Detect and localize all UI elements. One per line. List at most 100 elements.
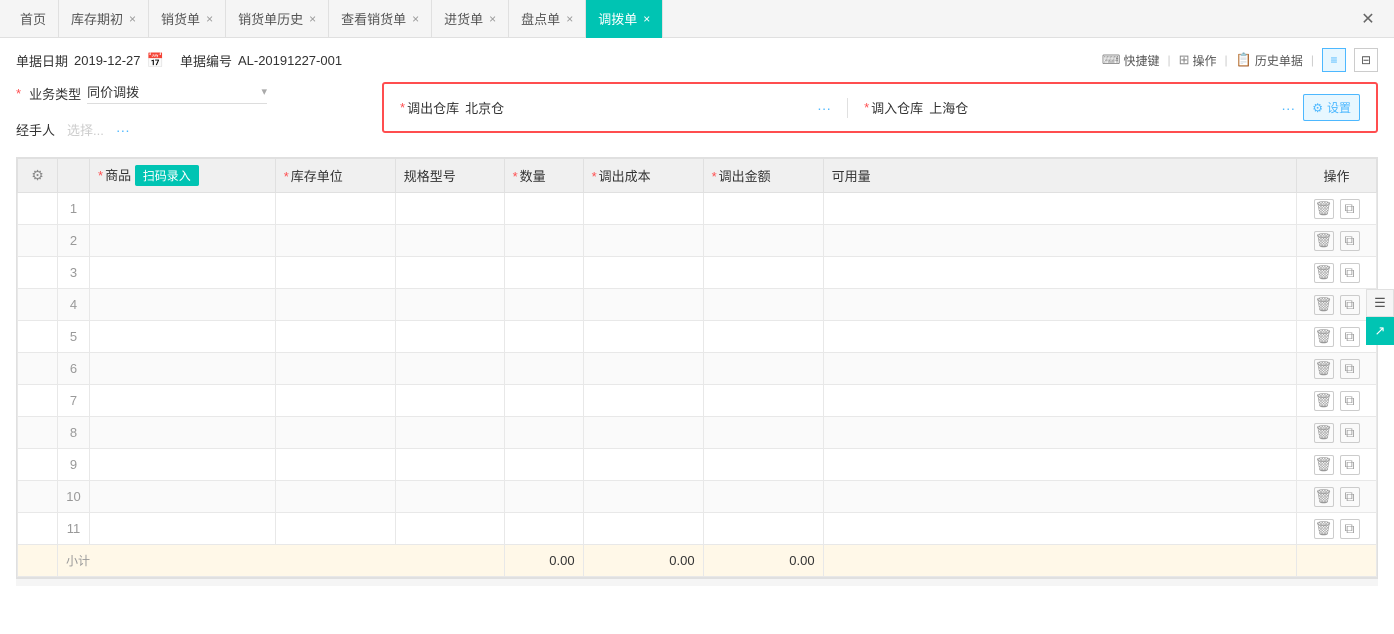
delete-icon-2[interactable]: 🗑 (1314, 231, 1334, 251)
tab-view-sales[interactable]: 查看销货单 × (329, 0, 432, 38)
handler-placeholder[interactable]: 选择... (67, 120, 104, 139)
gear-icon[interactable]: ⚙ (31, 167, 44, 183)
copy-icon-6[interactable]: ⧉ (1340, 359, 1360, 379)
tab-sales-history-close[interactable]: × (309, 13, 316, 25)
td-spec-2[interactable] (395, 225, 504, 257)
subtotal-label: 小计 (58, 545, 505, 577)
tab-home[interactable]: 首页 (8, 0, 59, 38)
copy-icon-9[interactable]: ⧉ (1340, 455, 1360, 475)
delete-icon-3[interactable]: 🗑 (1314, 263, 1334, 283)
business-type-label: 业务类型 (29, 84, 81, 103)
tab-sales-order-label: 销货单 (161, 9, 200, 28)
delete-icon-11[interactable]: 🗑 (1314, 519, 1334, 539)
main-table: ⚙ *商品 扫码录入 *库存单位 规格型号 *数量 *调出成本 (17, 158, 1377, 577)
table-row: 8 🗑⧉ (18, 417, 1377, 449)
tab-purchase-order-close[interactable]: × (489, 13, 496, 25)
warehouse-out-more[interactable]: ··· (817, 100, 831, 116)
number-label: 单据编号 (180, 51, 232, 70)
history-icon: 📋 (1236, 52, 1252, 68)
scroll-row[interactable] (16, 578, 1378, 586)
operation-icon: ⊞ (1179, 52, 1190, 68)
date-value[interactable]: 2019-12-27 (74, 53, 141, 68)
row-num-2: 2 (58, 225, 90, 257)
header-left: 单据日期 2019-12-27 📅 单据编号 AL-20191227-001 (16, 51, 342, 70)
td-qty-2[interactable] (504, 225, 583, 257)
td-unit-2[interactable] (275, 225, 395, 257)
layout-btn-list[interactable]: ≡ (1322, 48, 1346, 72)
td-product-2[interactable] (90, 225, 276, 257)
delete-icon-10[interactable]: 🗑 (1314, 487, 1334, 507)
copy-icon-3[interactable]: ⧉ (1340, 263, 1360, 283)
td-amount-1[interactable] (703, 193, 823, 225)
td-cost-1[interactable] (583, 193, 703, 225)
warehouse-in-value[interactable]: 上海仓 (929, 98, 1273, 117)
calendar-icon[interactable]: 📅 (147, 52, 164, 69)
tab-inventory-init-label: 库存期初 (71, 9, 123, 28)
business-type-star: * (16, 86, 21, 101)
tab-sales-history[interactable]: 销货单历史 × (226, 0, 329, 38)
tab-inventory-count-label: 盘点单 (521, 9, 560, 28)
table-row: 10 🗑⧉ (18, 481, 1377, 513)
td-cost-2[interactable] (583, 225, 703, 257)
date-field: 单据日期 2019-12-27 📅 (16, 51, 164, 70)
th-settings[interactable]: ⚙ (18, 159, 58, 193)
tab-transfer-order[interactable]: 调拨单 × (586, 0, 663, 38)
table-row: 6 🗑⧉ (18, 353, 1377, 385)
td-qty-1[interactable] (504, 193, 583, 225)
layout-btn-grid[interactable]: ⊟ (1354, 48, 1378, 72)
copy-icon-8[interactable]: ⧉ (1340, 423, 1360, 443)
delete-icon-5[interactable]: 🗑 (1314, 327, 1334, 347)
delete-icon-8[interactable]: 🗑 (1314, 423, 1334, 443)
tab-sales-order[interactable]: 销货单 × (149, 0, 226, 38)
warehouse-section: * 调出仓库 北京仓 ··· * 调入仓库 上海仓 ··· ⚙ 设置 (382, 82, 1378, 133)
tab-inventory-count[interactable]: 盘点单 × (509, 0, 586, 38)
tab-transfer-order-close[interactable]: × (643, 13, 650, 25)
side-list-btn[interactable]: ☰ (1366, 289, 1394, 317)
settings-button[interactable]: ⚙ 设置 (1303, 94, 1360, 121)
warehouse-in-label: 调入仓库 (871, 98, 923, 117)
delete-icon-6[interactable]: 🗑 (1314, 359, 1334, 379)
tab-purchase-order[interactable]: 进货单 × (432, 0, 509, 38)
delete-icon-4[interactable]: 🗑 (1314, 295, 1334, 315)
copy-icon-4[interactable]: ⧉ (1340, 295, 1360, 315)
th-operation: 操作 (1297, 159, 1377, 193)
operation-btn[interactable]: ⊞ 操作 (1179, 52, 1217, 69)
tab-inventory-count-close[interactable]: × (566, 13, 573, 25)
shortcut-btn[interactable]: ⌨ 快捷键 (1102, 52, 1160, 69)
left-form: * 业务类型 同价调拨 ▾ 经手人 选择... ··· (16, 82, 356, 147)
copy-icon-7[interactable]: ⧉ (1340, 391, 1360, 411)
main-content: 单据日期 2019-12-27 📅 单据编号 AL-20191227-001 ⌨… (0, 38, 1394, 596)
td-unit-1[interactable] (275, 193, 395, 225)
handler-more[interactable]: ··· (116, 122, 130, 138)
copy-icon-2[interactable]: ⧉ (1340, 231, 1360, 251)
td-amount-2[interactable] (703, 225, 823, 257)
delete-icon-9[interactable]: 🗑 (1314, 455, 1334, 475)
warehouse-in-more[interactable]: ··· (1281, 100, 1295, 116)
td-spec-1[interactable] (395, 193, 504, 225)
delete-icon-1[interactable]: 🗑 (1314, 199, 1334, 219)
th-cost: *调出成本 (583, 159, 703, 193)
sep2: | (1225, 53, 1228, 67)
copy-icon-11[interactable]: ⧉ (1340, 519, 1360, 539)
business-type-field: * 业务类型 同价调拨 ▾ (16, 82, 267, 104)
copy-icon-5[interactable]: ⧉ (1340, 327, 1360, 347)
window-close-button[interactable]: ✕ (1350, 0, 1386, 38)
tab-sales-order-close[interactable]: × (206, 13, 213, 25)
copy-icon-10[interactable]: ⧉ (1340, 487, 1360, 507)
table-row: 3 🗑⧉ (18, 257, 1377, 289)
handler-label: 经手人 (16, 120, 55, 139)
tab-inventory-init[interactable]: 库存期初 × (59, 0, 149, 38)
tab-view-sales-close[interactable]: × (412, 13, 419, 25)
side-export-btn[interactable]: ↗ (1366, 317, 1394, 345)
tab-inventory-init-close[interactable]: × (129, 13, 136, 25)
history-btn[interactable]: 📋 历史单据 (1236, 52, 1303, 69)
th-available: 可用量 (823, 159, 1296, 193)
scan-button[interactable]: 扫码录入 (135, 165, 199, 186)
copy-icon-1[interactable]: ⧉ (1340, 199, 1360, 219)
header-actions: ⌨ 快捷键 | ⊞ 操作 | 📋 历史单据 | ≡ ⊟ (1102, 48, 1378, 72)
business-type-select[interactable]: 同价调拨 ▾ (87, 82, 267, 104)
warehouse-out-star: * (400, 100, 405, 115)
warehouse-out-value[interactable]: 北京仓 (465, 98, 809, 117)
delete-icon-7[interactable]: 🗑 (1314, 391, 1334, 411)
td-product-1[interactable] (90, 193, 276, 225)
